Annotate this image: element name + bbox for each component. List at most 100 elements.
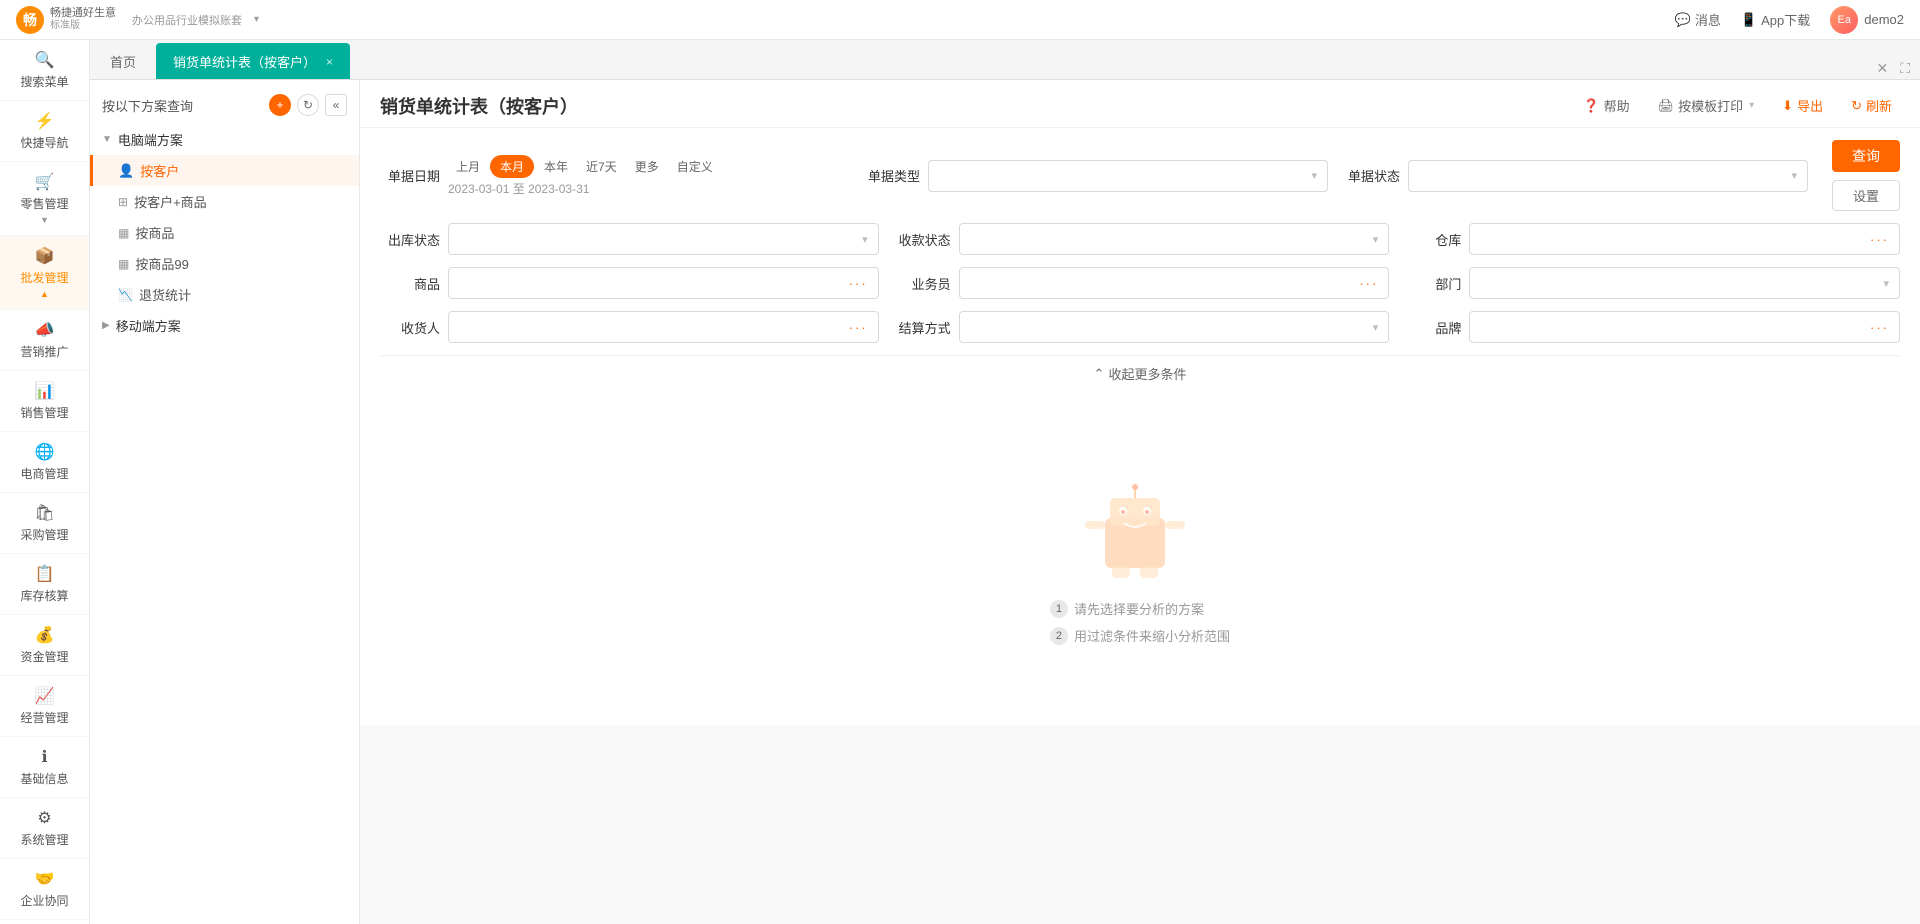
panel-add-btn[interactable]: + bbox=[269, 94, 291, 116]
date-btn-custom[interactable]: 自定义 bbox=[669, 155, 721, 178]
workspace-dropdown-icon[interactable]: ▾ bbox=[254, 14, 259, 25]
product-dots[interactable]: ··· bbox=[849, 276, 868, 291]
tree-parent-mobile[interactable]: ▶ 移动端方案 bbox=[90, 310, 359, 341]
tab-close-icon[interactable]: × bbox=[326, 55, 333, 69]
print-btn[interactable]: 🖨 按模板打印 ▾ bbox=[1650, 92, 1763, 119]
product-select[interactable]: ··· bbox=[448, 267, 879, 299]
sidebar-item-wholesale[interactable]: 📦 批发管理 ▲ bbox=[0, 236, 89, 310]
brand-filter: 品牌 ··· bbox=[1401, 311, 1900, 343]
out-status-select[interactable]: ▾ bbox=[448, 223, 879, 255]
right-content: 销货单统计表（按客户） ❓ 帮助 🖨 按模板打印 ▾ bbox=[360, 80, 1920, 924]
sidebar-item-quick-nav[interactable]: ⚡ 快捷导航 bbox=[0, 101, 89, 162]
filter-area: 单据日期 上月 本月 本年 近7天 更多 自定义 bbox=[360, 128, 1920, 403]
out-status-filter: 出库状态 ▾ bbox=[380, 223, 879, 255]
order-type-label: 单据类型 bbox=[860, 166, 920, 185]
sidebar-item-purchase[interactable]: 🛍 采购管理 bbox=[0, 493, 89, 554]
panel-collapse-btn[interactable]: « bbox=[325, 94, 347, 116]
out-status-arrow: ▾ bbox=[862, 233, 868, 246]
order-date-filter: 单据日期 上月 本月 本年 近7天 更多 自定义 bbox=[380, 155, 848, 197]
left-panel: 按以下方案查询 + ↻ « ▼ bbox=[90, 80, 360, 924]
page-actions: ❓ 帮助 🖨 按模板打印 ▾ ⬇ 导出 bbox=[1575, 92, 1900, 119]
sidebar-item-finance[interactable]: 💰 资金管理 bbox=[0, 615, 89, 676]
date-btn-this-month[interactable]: 本月 bbox=[490, 155, 534, 178]
refresh-btn[interactable]: ↻ 刷新 bbox=[1843, 92, 1900, 119]
message-action[interactable]: 💬 消息 bbox=[1675, 10, 1721, 29]
export-btn[interactable]: ⬇ 导出 bbox=[1774, 92, 1831, 119]
date-btn-last-month[interactable]: 上月 bbox=[448, 155, 488, 178]
salesperson-select[interactable]: ··· bbox=[959, 267, 1390, 299]
sidebar-item-cooperation[interactable]: 🤝 企业协同 bbox=[0, 859, 89, 920]
tree-child-by-product[interactable]: ▦ 按商品 bbox=[90, 217, 359, 248]
salesperson-dots[interactable]: ··· bbox=[1359, 276, 1378, 291]
settings-button[interactable]: 设置 bbox=[1832, 180, 1900, 211]
message-icon: 💬 bbox=[1675, 12, 1691, 28]
quick-nav-icon: ⚡ bbox=[35, 111, 55, 131]
sidebar-item-sales[interactable]: 📊 销售管理 bbox=[0, 371, 89, 432]
sidebar-item-newbie[interactable]: 📖 新手引导 bbox=[0, 920, 89, 924]
salesperson-label: 业务员 bbox=[891, 274, 951, 293]
warehouse-label: 仓库 bbox=[1401, 230, 1461, 249]
brand-select[interactable]: ··· bbox=[1469, 311, 1900, 343]
window-close-icon[interactable]: ✕ bbox=[1874, 58, 1890, 79]
tree-child-by-customer[interactable]: 👤 按客户 bbox=[90, 155, 359, 186]
wholesale-icon: 📦 bbox=[35, 246, 55, 266]
left-panel-area: 按以下方案查询 + ↻ « ▼ bbox=[90, 80, 1920, 924]
query-button[interactable]: 查询 bbox=[1832, 140, 1900, 172]
order-status-select[interactable]: ▾ bbox=[1408, 160, 1808, 192]
panel-refresh-btn[interactable]: ↻ bbox=[297, 94, 319, 116]
sidebar-item-retail[interactable]: 🛒 零售管理 ▼ bbox=[0, 162, 89, 236]
department-select[interactable]: ▾ bbox=[1469, 267, 1900, 299]
help-btn[interactable]: ❓ 帮助 bbox=[1575, 92, 1637, 119]
tree-child-by-product-99[interactable]: ▦ 按商品99 bbox=[90, 248, 359, 279]
receiver-filter: 收货人 ··· bbox=[380, 311, 879, 343]
tree-parent-desktop[interactable]: ▼ 电脑端方案 bbox=[90, 124, 359, 155]
department-filter: 部门 ▾ bbox=[1401, 267, 1900, 299]
date-btn-7days[interactable]: 近7天 bbox=[578, 155, 625, 178]
sidebar-item-basic[interactable]: ℹ 基础信息 bbox=[0, 737, 89, 798]
sidebar-item-marketing[interactable]: 📣 营销推广 bbox=[0, 310, 89, 371]
collect-status-select[interactable]: ▾ bbox=[959, 223, 1390, 255]
logo-area: 畅 畅捷通好生意 标准版 bbox=[16, 6, 116, 34]
tab-home[interactable]: 首页 bbox=[94, 43, 152, 79]
sidebar-item-ecommerce[interactable]: 🌐 电商管理 bbox=[0, 432, 89, 493]
date-btn-more[interactable]: 更多 bbox=[627, 155, 667, 178]
logo-icon: 畅 bbox=[16, 6, 44, 34]
date-btn-this-year[interactable]: 本年 bbox=[536, 155, 576, 178]
tree-arrow-mobile: ▶ bbox=[102, 320, 110, 331]
by-customer-icon: 👤 bbox=[118, 163, 134, 179]
sidebar-item-operation[interactable]: 📈 经营管理 bbox=[0, 676, 89, 737]
warehouse-dots[interactable]: ··· bbox=[1870, 232, 1889, 247]
search-menu-icon: 🔍 bbox=[35, 50, 55, 70]
by-customer-product-label: 按客户+商品 bbox=[134, 192, 207, 211]
refresh-icon: ↻ bbox=[1851, 98, 1862, 114]
collect-status-label: 收款状态 bbox=[891, 230, 951, 249]
tree-child-by-customer-product[interactable]: ⊞ 按客户+商品 bbox=[90, 186, 359, 217]
sidebar-item-search-menu[interactable]: 🔍 搜索菜单 bbox=[0, 40, 89, 101]
sidebar-item-system[interactable]: ⚙ 系统管理 bbox=[0, 798, 89, 859]
retail-arrow: ▼ bbox=[40, 215, 49, 225]
receiver-select[interactable]: ··· bbox=[448, 311, 879, 343]
tab-active[interactable]: 销货单统计表（按客户） × bbox=[156, 43, 350, 79]
empty-state: 1 请先选择要分析的方案 2 用过滤条件来缩小分析范围 bbox=[360, 403, 1920, 725]
window-maximize-icon[interactable]: ⛶ bbox=[1898, 58, 1912, 79]
warehouse-select[interactable]: ··· bbox=[1469, 223, 1900, 255]
order-type-select[interactable]: ▾ bbox=[928, 160, 1328, 192]
desktop-label: 电脑端方案 bbox=[118, 130, 183, 149]
receiver-dots[interactable]: ··· bbox=[849, 320, 868, 335]
panel-header: 按以下方案查询 + ↻ « bbox=[90, 90, 359, 124]
query-settings-area: 查询 设置 bbox=[1820, 140, 1900, 211]
sidebar-item-inventory[interactable]: 📋 库存核算 bbox=[0, 554, 89, 615]
user-profile[interactable]: Ea demo2 bbox=[1830, 6, 1904, 34]
order-status-filter: 单据状态 ▾ bbox=[1340, 160, 1808, 192]
tree-child-return-stats[interactable]: 📉 退货统计 bbox=[90, 279, 359, 310]
filter-row-3: 商品 ··· 业务员 ··· bbox=[380, 267, 1900, 299]
order-type-arrow: ▾ bbox=[1311, 169, 1317, 182]
brand-dots[interactable]: ··· bbox=[1870, 320, 1889, 335]
payment-select[interactable]: ▾ bbox=[959, 311, 1390, 343]
purchase-icon: 🛍 bbox=[34, 503, 54, 523]
app-download-action[interactable]: 📱 App下载 bbox=[1741, 10, 1810, 29]
collapse-more-btn[interactable]: ⌃ 收起更多条件 bbox=[380, 355, 1900, 391]
top-header: 畅 畅捷通好生意 标准版 办公用品行业模拟账套 ▾ 💬 消息 📱 App下载 E… bbox=[0, 0, 1920, 40]
panel-title: 按以下方案查询 bbox=[102, 96, 261, 115]
return-stats-label: 退货统计 bbox=[139, 285, 191, 304]
